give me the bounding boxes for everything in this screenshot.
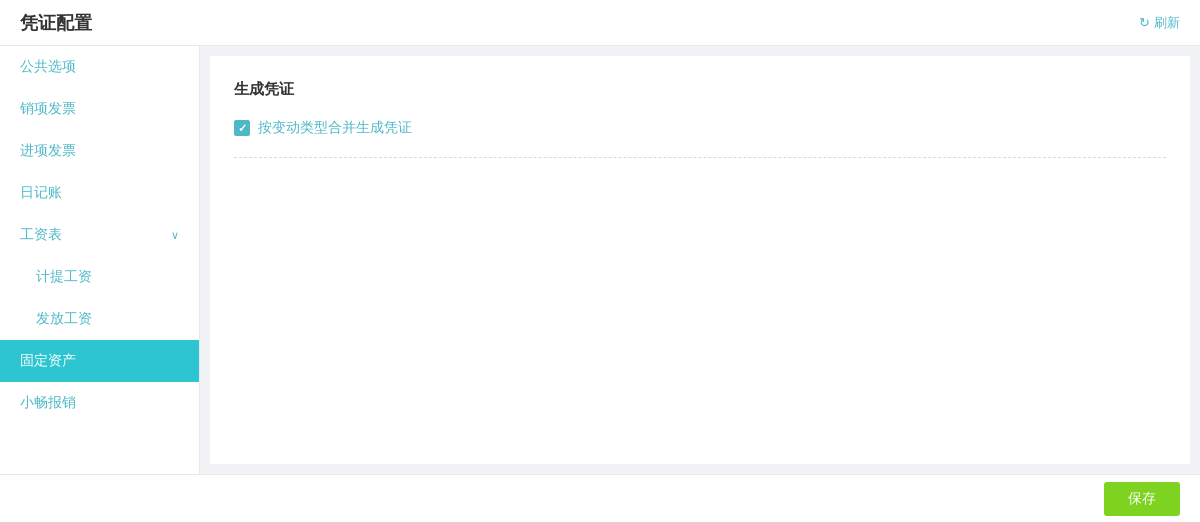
- save-button[interactable]: 保存: [1104, 482, 1180, 516]
- sidebar-item-label: 销项发票: [20, 100, 76, 118]
- refresh-button[interactable]: ↻ 刷新: [1139, 14, 1180, 32]
- sidebar-item-purchase-invoice[interactable]: 进项发票: [0, 130, 199, 172]
- sidebar-item-label: 公共选项: [20, 58, 76, 76]
- page-header: 凭证配置 ↻ 刷新: [0, 0, 1200, 46]
- sidebar-item-label: 小畅报销: [20, 394, 76, 412]
- sidebar-item-sales-invoice[interactable]: 销项发票: [0, 88, 199, 130]
- sidebar-item-label: 发放工资: [36, 310, 92, 328]
- chevron-down-icon: ∨: [171, 229, 179, 242]
- section-title: 生成凭证: [234, 80, 1166, 99]
- content-area: 生成凭证 按变动类型合并生成凭证: [210, 56, 1190, 464]
- main-container: 公共选项销项发票进项发票日记账工资表 ∨ 计提工资发放工资固定资产小畅报销 生成凭证…: [0, 46, 1200, 474]
- merge-checkbox[interactable]: [234, 120, 250, 136]
- sidebar-item-label: 日记账: [20, 184, 62, 202]
- checkbox-label: 按变动类型合并生成凭证: [258, 119, 412, 137]
- sidebar: 公共选项销项发票进项发票日记账工资表 ∨ 计提工资发放工资固定资产小畅报销: [0, 46, 200, 474]
- page-footer: 保存: [0, 474, 1200, 522]
- sidebar-item-release-payroll[interactable]: 发放工资: [0, 298, 199, 340]
- sidebar-item-fixed-assets[interactable]: 固定资产: [0, 340, 199, 382]
- page-title: 凭证配置: [20, 11, 92, 35]
- sidebar-item-payroll-table[interactable]: 工资表 ∨: [0, 214, 199, 256]
- refresh-icon: ↻: [1139, 15, 1150, 30]
- refresh-label: 刷新: [1154, 14, 1180, 32]
- section-divider: [234, 157, 1166, 158]
- sidebar-item-advance-payroll[interactable]: 计提工资: [0, 256, 199, 298]
- sidebar-item-label: 进项发票: [20, 142, 76, 160]
- sidebar-item-label: 固定资产: [20, 352, 76, 370]
- checkbox-row: 按变动类型合并生成凭证: [234, 119, 1166, 137]
- sidebar-item-journal[interactable]: 日记账: [0, 172, 199, 214]
- sidebar-item-public-options[interactable]: 公共选项: [0, 46, 199, 88]
- sidebar-item-label: 工资表: [20, 226, 62, 244]
- sidebar-item-expense-claim[interactable]: 小畅报销: [0, 382, 199, 424]
- sidebar-item-label: 计提工资: [36, 268, 92, 286]
